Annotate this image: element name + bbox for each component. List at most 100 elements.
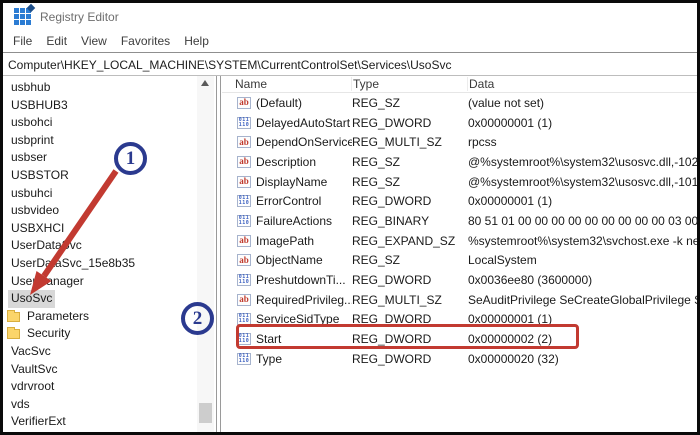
menu-view[interactable]: View <box>74 34 114 48</box>
tree-item-usbhub[interactable]: usbhub <box>3 79 197 97</box>
tree-item-usosvc[interactable]: UsoSvc <box>3 290 197 308</box>
value-name: ServiceSidType <box>256 312 340 327</box>
tree-item-label: VaultSvc <box>11 361 58 376</box>
binary-digits: 110 <box>238 279 250 286</box>
string-value-icon: ab <box>237 96 251 109</box>
binary-digits: 110 <box>238 219 250 226</box>
string-value-icon: ab <box>237 254 251 267</box>
tree-item-userdatasvc_15e8b35[interactable]: UserDataSvc_15e8b35 <box>3 255 197 273</box>
tree-item-label: usbuhci <box>11 185 53 200</box>
value-name: ImagePath <box>256 233 315 248</box>
tree-item-vaultsvc[interactable]: VaultSvc <box>3 361 197 379</box>
values-list: Name Type Data ab (Default) REG_SZ (value n… <box>222 76 697 432</box>
tree-item-usbprint[interactable]: usbprint <box>3 132 197 150</box>
tree-item-label: USBHUB3 <box>11 97 68 112</box>
tree-item-label: VacSvc <box>11 343 51 358</box>
tree-item-userdatasvc[interactable]: UserDataSvc <box>3 237 197 255</box>
window-title: Registry Editor <box>40 10 119 24</box>
tree-item-label: UserDataSvc_15e8b35 <box>11 255 136 270</box>
tree-item-vdrvroot[interactable]: vdrvroot <box>3 378 197 396</box>
tree-item-usbvideo[interactable]: usbvideo <box>3 202 197 220</box>
pane-splitter[interactable] <box>216 76 217 432</box>
value-row-description[interactable]: ab Description REG_SZ @%systemroot%\system3… <box>222 152 697 172</box>
value-row-displayname[interactable]: ab DisplayName REG_SZ @%systemroot%\system3… <box>222 172 697 192</box>
binary-digits: 110 <box>238 318 250 325</box>
folder-icon <box>7 327 20 340</box>
value-name: DependOnService <box>256 135 352 150</box>
menu-help[interactable]: Help <box>177 34 216 48</box>
value-name: RequiredPrivileg... <box>256 292 352 307</box>
tree-item-verifierext[interactable]: VerifierExt <box>3 413 197 431</box>
tree-item-label: usbprint <box>11 132 54 147</box>
dword-value-icon: 011 110 <box>237 313 251 326</box>
value-type: REG_SZ <box>352 154 401 169</box>
menu-favorites[interactable]: Favorites <box>114 34 177 48</box>
tree-item-usbohci[interactable]: usbohci <box>3 114 197 132</box>
value-type: REG_BINARY <box>352 213 430 228</box>
value-row-type[interactable]: 011 110 Type REG_DWORD 0x00000020 (32) <box>222 349 697 369</box>
value-name: Start <box>256 332 282 347</box>
value-type: REG_DWORD <box>352 194 432 209</box>
tree-item-usbser[interactable]: usbser <box>3 149 197 167</box>
menu-edit[interactable]: Edit <box>39 34 74 48</box>
value-row-preshutdownti-[interactable]: 011 110 PreshutdownTi... REG_DWORD 0x0036ee8… <box>222 270 697 290</box>
binary-digits: 110 <box>238 357 250 364</box>
value-row-dependonservice[interactable]: ab DependOnService REG_MULTI_SZ rpcss <box>222 132 697 152</box>
scrollbar-thumb[interactable] <box>199 403 212 423</box>
tree-item-vacsvc[interactable]: VacSvc <box>3 343 197 361</box>
column-header-type[interactable]: Type <box>352 77 468 91</box>
value-row-failureactions[interactable]: 011 110 FailureActions REG_BINARY 80 51 01 0… <box>222 211 697 231</box>
value-row-servicesidtype[interactable]: 011 110 ServiceSidType REG_DWORD 0x00000001 … <box>222 310 697 330</box>
column-header-name[interactable]: Name <box>222 77 352 91</box>
tree-item-usbhub3[interactable]: USBHUB3 <box>3 97 197 115</box>
tree-item-parameters[interactable]: Parameters <box>3 308 197 326</box>
value-name: PreshutdownTi... <box>256 273 346 288</box>
string-value-icon: ab <box>237 293 251 306</box>
tree-item-label: USBSTOR <box>11 167 69 182</box>
address-bar[interactable]: Computer\HKEY_LOCAL_MACHINE\SYSTEM\Curre… <box>3 54 697 76</box>
value-data: (value not set) <box>468 95 545 110</box>
value-row-delayedautostart[interactable]: 011 110 DelayedAutoStart REG_DWORD 0x0000000… <box>222 113 697 133</box>
value-row-errorcontrol[interactable]: 011 110 ErrorControl REG_DWORD 0x00000001 (1… <box>222 191 697 211</box>
value-type: REG_EXPAND_SZ <box>352 233 456 248</box>
value-type: REG_DWORD <box>352 273 432 288</box>
tree-item-usbuhci[interactable]: usbuhci <box>3 185 197 203</box>
tree-item-label: Security <box>27 326 71 341</box>
value-name: Description <box>256 154 317 169</box>
menu-file[interactable]: File <box>6 34 39 48</box>
column-header-data[interactable]: Data <box>468 77 697 91</box>
tree-item-label: USBXHCI <box>11 220 65 235</box>
value-type: REG_DWORD <box>352 312 432 327</box>
tree-item-label: Parameters <box>27 308 90 323</box>
tree-item-label: usbhub <box>11 80 51 94</box>
value-type: REG_MULTI_SZ <box>352 292 442 307</box>
tree-item-security[interactable]: Security <box>3 325 197 343</box>
value-type: REG_MULTI_SZ <box>352 135 442 150</box>
value-data: @%systemroot%\system32\usosvc.dll,-102 <box>468 154 697 169</box>
tree-item-usbxhci[interactable]: USBXHCI <box>3 220 197 238</box>
value-type: REG_SZ <box>352 174 401 189</box>
tree-item-label: usbser <box>11 150 48 165</box>
tree-item-label: UserDataSvc <box>11 238 82 253</box>
value-row-requiredprivileg-[interactable]: ab RequiredPrivileg... REG_MULTI_SZ SeAudit… <box>222 290 697 310</box>
value-row-objectname[interactable]: ab ObjectName REG_SZ LocalSystem <box>222 251 697 271</box>
binary-digits: 110 <box>238 338 250 345</box>
registry-tree: usbhub USBHUB3 usbohci usbprint usbser USBSTO… <box>3 76 197 432</box>
tree-item-usermanager[interactable]: UserManager <box>3 273 197 291</box>
value-type: REG_SZ <box>352 95 401 110</box>
value-row-imagepath[interactable]: ab ImagePath REG_EXPAND_SZ %systemroot%\sys… <box>222 231 697 251</box>
scroll-up-icon[interactable] <box>201 80 209 86</box>
value-data: rpcss <box>468 135 497 150</box>
tree-item-usbstor[interactable]: USBSTOR <box>3 167 197 185</box>
value-row-start[interactable]: 011 110 Start REG_DWORD 0x00000002 (2) <box>222 329 697 349</box>
tree-item-label: VerifierExt <box>11 414 66 429</box>
step-2-label: 2 <box>192 307 203 329</box>
string-value-icon: ab <box>237 155 251 168</box>
value-name: ObjectName <box>256 253 323 268</box>
value-row--default-[interactable]: ab (Default) REG_SZ (value not set) <box>222 93 697 113</box>
list-rows: ab (Default) REG_SZ (value not set) 011 110 De… <box>222 93 697 369</box>
value-data: 0x00000001 (1) <box>468 312 553 327</box>
value-type: REG_SZ <box>352 253 401 268</box>
tree-item-vds[interactable]: vds <box>3 396 197 414</box>
tree-scrollbar[interactable] <box>197 76 214 432</box>
